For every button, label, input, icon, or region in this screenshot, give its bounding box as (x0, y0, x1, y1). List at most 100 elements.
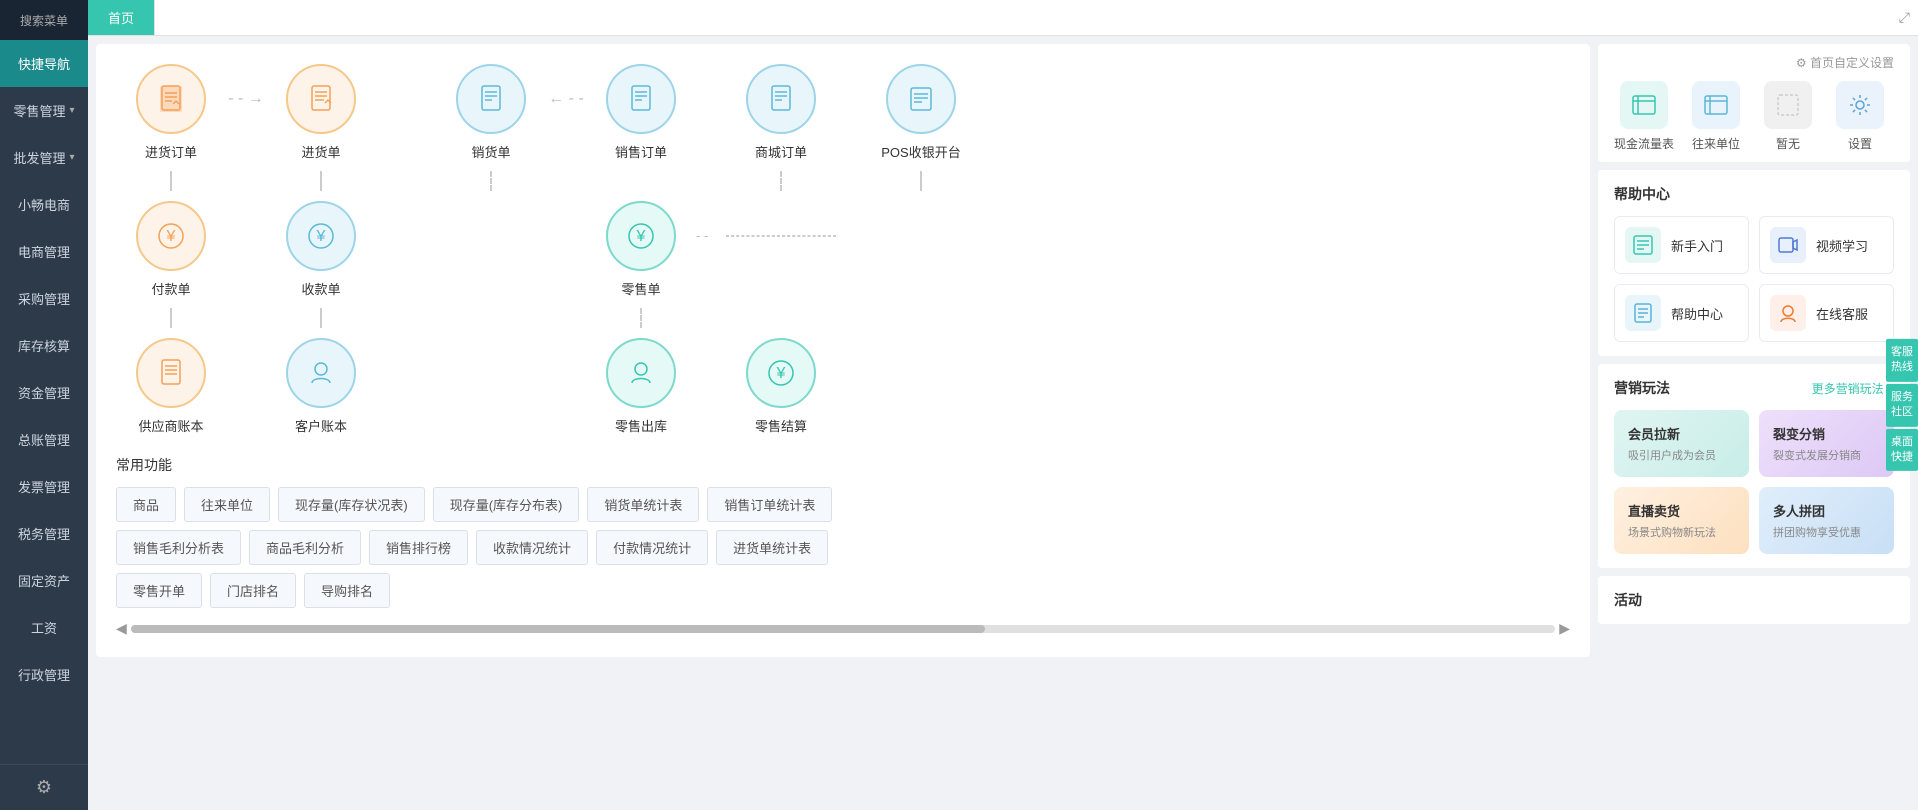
search-menu[interactable]: 搜索菜单 (0, 0, 88, 40)
sales-order-icon (606, 64, 676, 134)
func-store-rank[interactable]: 门店排名 (210, 573, 296, 608)
flow-row-2: ¥ 付款单 ¥ (116, 201, 1570, 298)
settings-icon (1836, 81, 1884, 129)
func-purchase-stat[interactable]: 进货单统计表 (716, 530, 828, 565)
tab-bar: 首页 ⤢ (88, 0, 1918, 36)
arrow-3: ← - - (546, 90, 586, 136)
sidebar-item-invoice[interactable]: 发票管理 (0, 463, 88, 510)
main-content: 首页 ⤢ (88, 0, 1918, 810)
marketing-title: 营销玩法 (1614, 378, 1670, 398)
sidebar-item-quick-nav[interactable]: 快捷导航 (0, 40, 88, 87)
sidebar-item-inventory[interactable]: 库存核算 (0, 322, 88, 369)
func-goods-profit[interactable]: 商品毛利分析 (249, 530, 361, 565)
sidebar-item-ecommerce-mgmt[interactable]: 电商管理 (0, 228, 88, 275)
none-label: 暂无 (1776, 135, 1800, 152)
sidebar-item-ecommerce-small[interactable]: 小畅电商 (0, 181, 88, 228)
sidebar-item-label: 资金管理 (18, 383, 70, 402)
help-item-service[interactable]: 在线客服 (1759, 284, 1894, 342)
service-label: 在线客服 (1816, 304, 1868, 323)
flow-node-purchase-order[interactable]: 进货订单 (116, 64, 226, 161)
func-customers[interactable]: 往来单位 (184, 487, 270, 522)
sidebar-item-purchase[interactable]: 采购管理 (0, 275, 88, 322)
flow-node-pos[interactable]: POS收银开台 (866, 64, 976, 161)
scroll-left-icon[interactable]: ◀ (116, 620, 127, 637)
marketing-card-fission[interactable]: 裂变分销 裂变式发展分销商 (1759, 410, 1894, 477)
flow-node-purchase[interactable]: 进货单 (266, 64, 376, 161)
sidebar-item-tax[interactable]: 税务管理 (0, 510, 88, 557)
supplier-ledger-label: 供应商账本 (138, 416, 203, 435)
func-goods[interactable]: 商品 (116, 487, 176, 522)
help-item-docs[interactable]: 帮助中心 (1614, 284, 1749, 342)
sidebar-item-label: 电商管理 (18, 242, 70, 261)
float-buttons: 客服热线 服务社区 桌面快捷 (1886, 339, 1918, 471)
right-panel: ⚙ 首页自定义设置 现金流量表 (1598, 36, 1918, 810)
sidebar-item-funds[interactable]: 资金管理 (0, 369, 88, 416)
retail-label: 零售单 (621, 279, 660, 298)
func-sales-order-stat[interactable]: 销售订单统计表 (707, 487, 832, 522)
dashed-line (726, 235, 836, 237)
shortcut-none[interactable]: 暂无 (1758, 81, 1818, 152)
flow-node-receipt[interactable]: ¥ 收款单 (266, 201, 376, 298)
activity-section: 活动 (1598, 576, 1910, 624)
flow-node-supplier-ledger[interactable]: 供应商账本 (116, 338, 226, 435)
sales-order-label: 销售订单 (615, 142, 667, 161)
func-sales-stat[interactable]: 销货单统计表 (587, 487, 699, 522)
marketing-header: 营销玩法 更多营销玩法 > (1614, 378, 1894, 398)
shortcuts-header: ⚙ 首页自定义设置 (1614, 54, 1894, 71)
sidebar-item-label: 税务管理 (18, 524, 70, 543)
settings-gear-icon[interactable]: ⚙ (0, 765, 88, 810)
shortcut-contacts[interactable]: 往来单位 (1686, 81, 1746, 152)
flow-node-payment[interactable]: ¥ 付款单 (116, 201, 226, 298)
flow-node-mall-order[interactable]: 商城订单 (726, 64, 836, 161)
shortcut-cashflow[interactable]: 现金流量表 (1614, 81, 1674, 152)
flow-node-retail[interactable]: ¥ 零售单 (586, 201, 696, 298)
sidebar-item-admin[interactable]: 行政管理 (0, 651, 88, 698)
func-stock-status[interactable]: 现存量(库存状况表) (278, 487, 425, 522)
sidebar-item-label: 固定资产 (18, 571, 70, 590)
float-btn-community[interactable]: 服务社区 (1886, 384, 1918, 427)
sidebar-item-salary[interactable]: 工资 (0, 604, 88, 651)
sidebar-item-fixed-assets[interactable]: 固定资产 (0, 557, 88, 604)
settings-label: 设置 (1848, 135, 1872, 152)
flow-node-retail-settlement[interactable]: ¥ 零售结算 (726, 338, 836, 435)
marketing-card-group[interactable]: 多人拼团 拼团购物享受优惠 (1759, 487, 1894, 554)
flow-node-sales-order[interactable]: 销售订单 (586, 64, 696, 161)
sidebar-item-ledger[interactable]: 总账管理 (0, 416, 88, 463)
func-receipt-stat[interactable]: 收款情况统计 (476, 530, 588, 565)
scroll-bar[interactable] (131, 625, 1555, 633)
cashflow-label: 现金流量表 (1614, 135, 1674, 152)
float-btn-desktop[interactable]: 桌面快捷 (1886, 428, 1918, 471)
sidebar-item-retail[interactable]: 零售管理 ▾ (0, 87, 88, 134)
sidebar-item-wholesale[interactable]: 批发管理 ▾ (0, 134, 88, 181)
beginner-icon (1625, 227, 1661, 263)
func-retail-order[interactable]: 零售开单 (116, 573, 202, 608)
func-stock-dist[interactable]: 现存量(库存分布表) (433, 487, 580, 522)
flow-node-retail-outbound[interactable]: 零售出库 (586, 338, 696, 435)
shortcuts-grid: 现金流量表 往来单位 (1614, 81, 1894, 152)
func-sales-profit[interactable]: 销售毛利分析表 (116, 530, 241, 565)
sales-icon (456, 64, 526, 134)
customize-label[interactable]: ⚙ 首页自定义设置 (1796, 54, 1894, 71)
marketing-card-live[interactable]: 直播卖货 场景式购物新玩法 (1614, 487, 1749, 554)
tab-home[interactable]: 首页 (88, 0, 155, 35)
func-guide-rank[interactable]: 导购排名 (304, 573, 390, 608)
help-item-beginner[interactable]: 新手入门 (1614, 216, 1749, 274)
expand-button[interactable]: ⤢ (1899, 9, 1910, 26)
flow-node-customer-ledger[interactable]: 客户账本 (266, 338, 376, 435)
more-marketing-link[interactable]: 更多营销玩法 > (1812, 380, 1894, 397)
svg-text:¥: ¥ (166, 228, 176, 245)
contacts-icon (1692, 81, 1740, 129)
marketing-section: 营销玩法 更多营销玩法 > 会员拉新 吸引用户成为会员 裂变分销 裂变式发展分销… (1598, 364, 1910, 568)
shortcut-settings[interactable]: 设置 (1830, 81, 1890, 152)
beginner-label: 新手入门 (1671, 236, 1723, 255)
help-item-video[interactable]: 视频学习 (1759, 216, 1894, 274)
marketing-card-member[interactable]: 会员拉新 吸引用户成为会员 (1614, 410, 1749, 477)
scroll-right-icon[interactable]: ▶ (1559, 620, 1570, 637)
tab-home-label: 首页 (108, 8, 134, 27)
quick-nav-panel: 进货订单 - - → (96, 44, 1590, 657)
func-payment-stat[interactable]: 付款情况统计 (596, 530, 708, 565)
float-btn-service[interactable]: 客服热线 (1886, 339, 1918, 382)
flow-node-sales[interactable]: 销货单 (436, 64, 546, 161)
func-grid-row2: 销售毛利分析表 商品毛利分析 销售排行榜 收款情况统计 付款情况统计 进货单统计… (116, 530, 1570, 565)
func-sales-rank[interactable]: 销售排行榜 (369, 530, 468, 565)
